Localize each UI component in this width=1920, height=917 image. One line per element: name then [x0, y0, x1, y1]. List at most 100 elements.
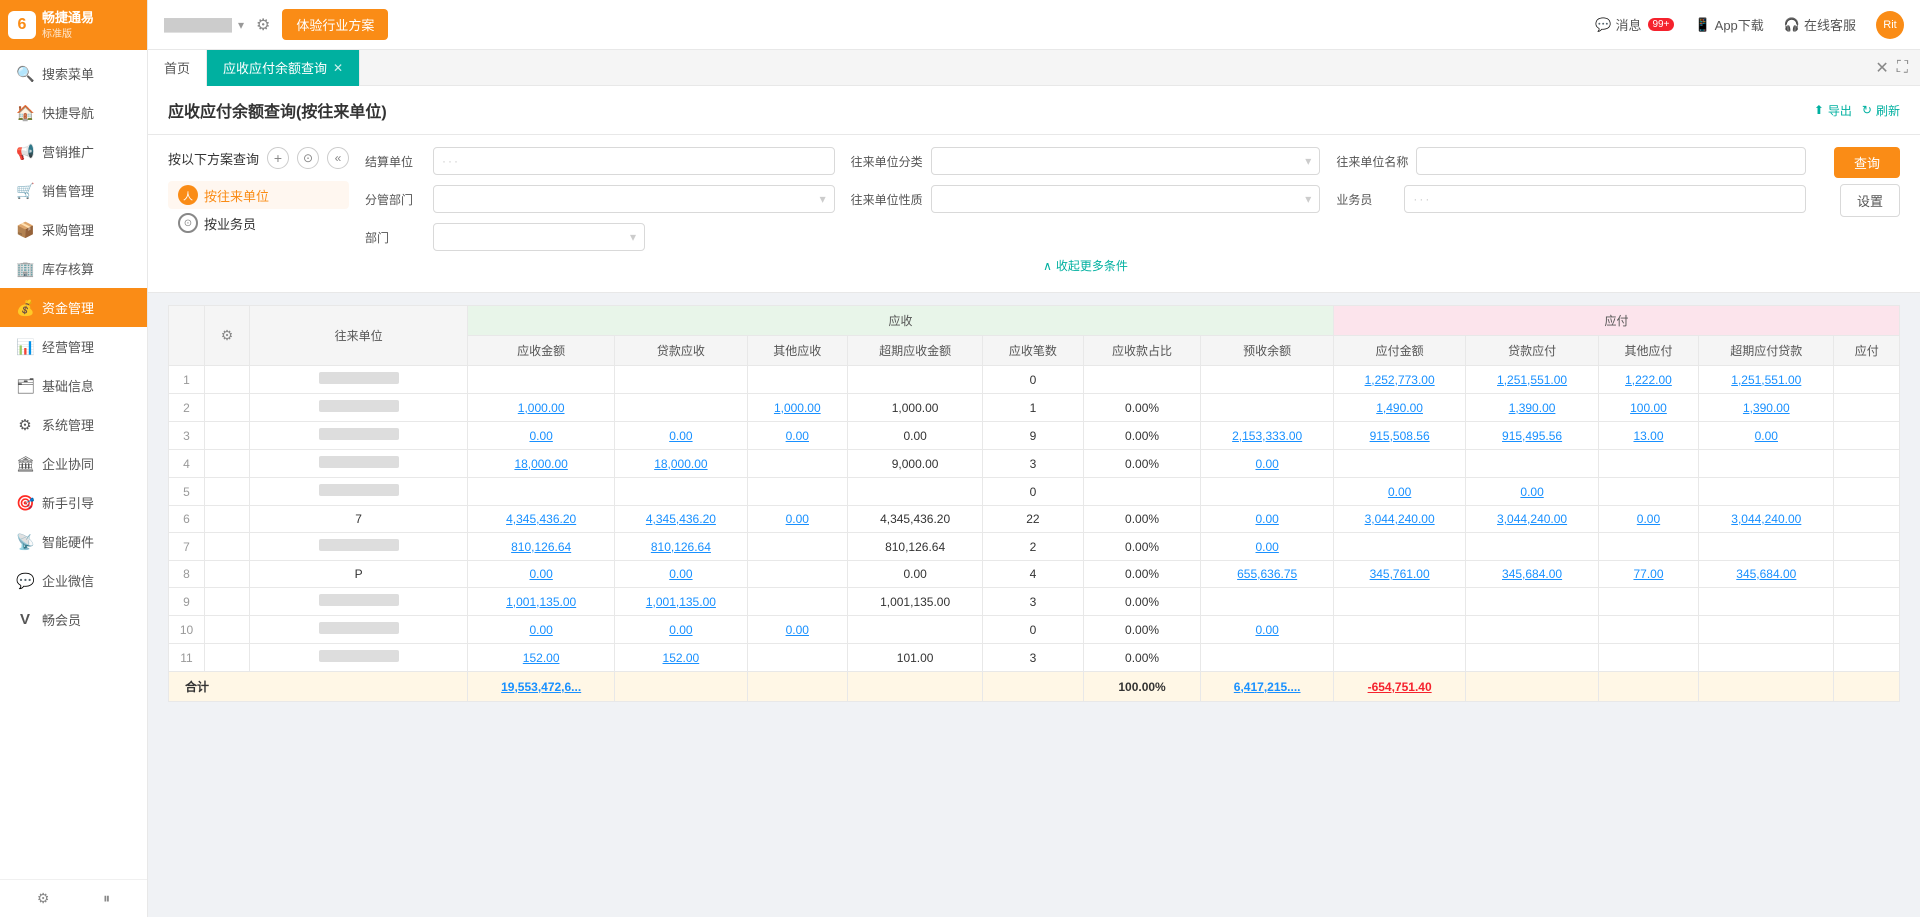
sidebar-item-basic[interactable]: 🗂 基础信息	[0, 366, 147, 405]
table-cell[interactable]: 345,684.00	[1466, 561, 1598, 588]
user-avatar[interactable]: Rit	[1876, 11, 1904, 39]
solution-button[interactable]: 体验行业方案	[282, 9, 388, 40]
fgbm-input[interactable]: ▾	[433, 185, 835, 213]
table-cell[interactable]: 0.00	[747, 616, 847, 644]
tab-arquery[interactable]: 应收应付余额查询 ✕	[207, 50, 360, 86]
filter-add-btn[interactable]: +	[267, 147, 289, 169]
sidebar-item-inventory[interactable]: 🏢 库存核算	[0, 249, 147, 288]
llfenlei-input[interactable]: ▾	[931, 147, 1321, 175]
table-cell[interactable]: 152.00	[615, 644, 747, 672]
table-cell[interactable]: 1,251,551.00	[1466, 366, 1598, 394]
filter-collapse-row[interactable]: ∧ 收起更多条件	[365, 251, 1806, 280]
table-cell[interactable]: 1,490.00	[1333, 394, 1465, 422]
table-cell[interactable]: 0.00	[747, 506, 847, 533]
online-service-btn[interactable]: 🎧 在线客服	[1784, 15, 1856, 34]
table-cell[interactable]: 0.00	[468, 422, 615, 450]
table-cell[interactable]: 2,153,333.00	[1201, 422, 1333, 450]
jsdw-input[interactable]: ···	[433, 147, 835, 175]
filter-settings-btn[interactable]: ⊙	[297, 147, 319, 169]
bumen-input[interactable]: ▾	[433, 223, 645, 251]
refresh-button[interactable]: ↻ 刷新	[1862, 102, 1900, 119]
sidebar-item-guide[interactable]: 🎯 新手引导	[0, 483, 147, 522]
sidebar-item-sales[interactable]: 🛒 销售管理	[0, 171, 147, 210]
table-cell[interactable]: 345,761.00	[1333, 561, 1465, 588]
table-cell[interactable]: 0.00	[747, 422, 847, 450]
table-cell[interactable]: 0.00	[615, 561, 747, 588]
settings-footer-btn[interactable]: ⚙	[37, 890, 50, 907]
table-cell[interactable]: 0.00	[1201, 450, 1333, 478]
app-download-btn[interactable]: 📱 App下载	[1694, 15, 1763, 34]
table-cell[interactable]: 915,495.56	[1466, 422, 1598, 450]
table-cell[interactable]: 1,251,551.00	[1699, 366, 1834, 394]
table-cell[interactable]: 1,390.00	[1466, 394, 1598, 422]
table-cell[interactable]: 345,684.00	[1699, 561, 1834, 588]
table-cell[interactable]: 4,345,436.20	[615, 506, 747, 533]
table-cell[interactable]: 3,044,240.00	[1699, 506, 1834, 533]
table-cell[interactable]: 0.00	[615, 616, 747, 644]
query-button[interactable]: 查询	[1834, 147, 1900, 178]
export-button[interactable]: ⬆ 导出	[1814, 102, 1852, 119]
row-index: 6	[169, 506, 205, 533]
table-cell[interactable]: 3,044,240.00	[1466, 506, 1598, 533]
llname-input[interactable]	[1416, 147, 1806, 175]
total-ysyue[interactable]: 6,417,215....	[1201, 672, 1333, 702]
sidebar-item-operations[interactable]: 📊 经营管理	[0, 327, 147, 366]
table-cell[interactable]: 18,000.00	[468, 450, 615, 478]
table-cell[interactable]: 3,044,240.00	[1333, 506, 1465, 533]
filter-collapse-btn[interactable]: «	[327, 147, 349, 169]
sidebar-item-system[interactable]: ⚙ 系统管理	[0, 405, 147, 444]
table-cell[interactable]: 1,001,135.00	[468, 588, 615, 616]
tab-maximize-icon[interactable]: ⛶	[1897, 59, 1908, 77]
table-cell[interactable]: 0.00	[1201, 616, 1333, 644]
table-cell[interactable]: 0.00	[1333, 478, 1465, 506]
corp-icon: 🏛	[16, 455, 34, 473]
total-ysje[interactable]: 19,553,472,6...	[468, 672, 615, 702]
table-cell[interactable]: 810,126.64	[468, 533, 615, 561]
messages-btn[interactable]: 💬 消息 99+	[1595, 15, 1674, 34]
sidebar-item-hardware[interactable]: 📡 智能硬件	[0, 522, 147, 561]
collapse-footer-btn[interactable]: ⏸	[103, 890, 110, 907]
header-settings-icon[interactable]: ⚙	[256, 15, 270, 35]
ywy-input[interactable]: ···	[1404, 185, 1806, 213]
table-cell[interactable]: 0.00	[468, 561, 615, 588]
filter-option-by-partner[interactable]: 人 按往来单位	[168, 181, 349, 209]
tab-close-icon[interactable]: ✕	[333, 61, 343, 75]
table-cell[interactable]: 100.00	[1598, 394, 1698, 422]
table-cell[interactable]: 0.00	[1201, 506, 1333, 533]
table-cell[interactable]: 13.00	[1598, 422, 1698, 450]
table-cell[interactable]: 1,390.00	[1699, 394, 1834, 422]
llxingzhi-input[interactable]: ▾	[931, 185, 1321, 213]
table-cell[interactable]: 0.00	[615, 422, 747, 450]
tab-home[interactable]: 首页	[148, 50, 207, 86]
sidebar-item-corp[interactable]: 🏛 企业协同	[0, 444, 147, 483]
table-cell[interactable]: 0.00	[1598, 506, 1698, 533]
sidebar-item-purchase[interactable]: 📦 采购管理	[0, 210, 147, 249]
table-cell[interactable]: 655,636.75	[1201, 561, 1333, 588]
table-cell[interactable]: 810,126.64	[615, 533, 747, 561]
table-cell[interactable]: 0.00	[1466, 478, 1598, 506]
table-cell[interactable]: 4,345,436.20	[468, 506, 615, 533]
filter-option-by-employee[interactable]: ⊙ 按业务员	[168, 209, 349, 237]
table-cell[interactable]: 1,252,773.00	[1333, 366, 1465, 394]
table-cell[interactable]: 1,000.00	[747, 394, 847, 422]
sidebar-item-search[interactable]: 🔍 搜索菜单	[0, 54, 147, 93]
tab-close-all-icon[interactable]: ✕	[1875, 58, 1888, 78]
sidebar-item-vip[interactable]: V 畅会员	[0, 600, 147, 639]
sidebar-item-finance[interactable]: 💰 资金管理	[0, 288, 147, 327]
table-cell[interactable]: 152.00	[468, 644, 615, 672]
sidebar-item-wechat[interactable]: 💬 企业微信	[0, 561, 147, 600]
table-cell[interactable]: 915,508.56	[1333, 422, 1465, 450]
settings-small-button[interactable]: 设置	[1840, 184, 1900, 217]
table-cell[interactable]: 0.00	[468, 616, 615, 644]
table-cell[interactable]: 1,000.00	[468, 394, 615, 422]
table-settings-btn[interactable]: ⚙	[215, 324, 239, 348]
sidebar-item-quick[interactable]: 🏠 快捷导航	[0, 93, 147, 132]
table-cell[interactable]: 1,001,135.00	[615, 588, 747, 616]
table-cell[interactable]: 18,000.00	[615, 450, 747, 478]
total-yfje[interactable]: -654,751.40	[1333, 672, 1465, 702]
table-cell[interactable]: 77.00	[1598, 561, 1698, 588]
table-cell[interactable]: 0.00	[1201, 533, 1333, 561]
table-cell[interactable]: 1,222.00	[1598, 366, 1698, 394]
sidebar-item-marketing[interactable]: 📢 营销推广	[0, 132, 147, 171]
table-cell[interactable]: 0.00	[1699, 422, 1834, 450]
